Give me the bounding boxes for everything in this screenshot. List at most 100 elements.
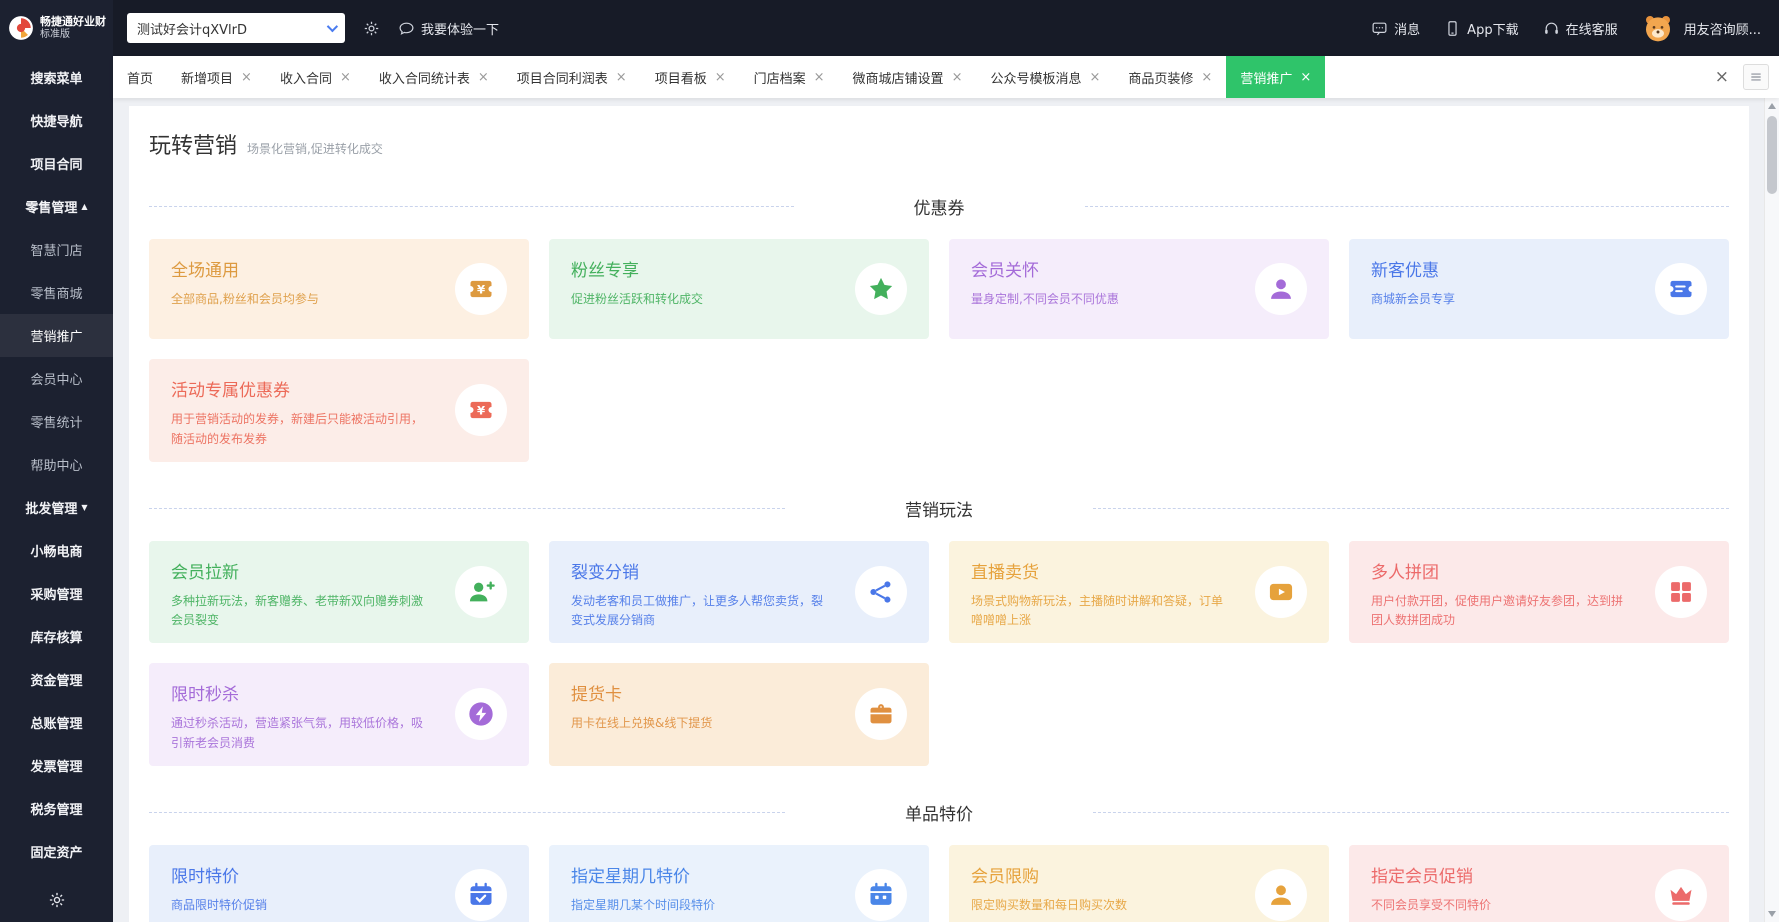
app-root: 畅捷通好业财 标准版 搜索菜单 快捷导航 项目合同 零售管理 ▲ 智慧门店 零售商城 营销推广…: [0, 0, 1779, 922]
card-会员拉新[interactable]: 会员拉新 多种拉新玩法，新客赠券、老带新双向赠券刺激会员裂变: [149, 540, 529, 644]
sidebar-item-批发管理[interactable]: 批发管理 ▼: [0, 486, 113, 529]
card-提货卡[interactable]: 提货卡 用卡在线上兑换&线下提货: [549, 663, 929, 766]
scroll-up-arrow-icon[interactable]: [1768, 103, 1776, 109]
tab-close-icon[interactable]: ×: [715, 70, 726, 85]
sidebar-item-总账管理[interactable]: 总账管理: [0, 701, 113, 744]
sidebar-item-营销推广[interactable]: 营销推广: [0, 314, 113, 357]
account-select[interactable]: 测试好会计qXVlrD: [127, 13, 345, 43]
tab-close-icon[interactable]: ×: [814, 70, 825, 85]
avatar[interactable]: [1642, 12, 1674, 44]
tab-label: 收入合同统计表: [378, 71, 470, 87]
sidebar-item-搜索菜单[interactable]: 搜索菜单: [0, 56, 113, 99]
card-description: 限定购买数量和每日购买次数: [971, 897, 1128, 912]
vertical-scrollbar[interactable]: [1764, 98, 1779, 922]
tab-公众号模板消息[interactable]: 公众号模板消息 ×: [976, 56, 1114, 98]
online-service-label: 在线客服: [1565, 22, 1618, 38]
tab-label: 公众号模板消息: [990, 71, 1082, 87]
card-限时特价[interactable]: 限时特价 商品限时特价促销: [149, 844, 529, 922]
topbar-right: 消息 App下载 在线客服 用友咨询顾...: [1371, 12, 1761, 44]
card-会员限购[interactable]: 会员限购 限定购买数量和每日购买次数: [949, 844, 1329, 922]
sidebar-item-税务管理[interactable]: 税务管理: [0, 787, 113, 830]
card-新客优惠[interactable]: 新客优惠 商城新会员专享: [1349, 239, 1729, 339]
settings-gear-icon[interactable]: [48, 891, 66, 913]
main-column: 测试好会计qXVlrD 我要体验一下 消息 App下载 在线客服 用友咨询顾..…: [113, 0, 1779, 922]
chevron-down-icon: [326, 20, 339, 33]
card-裂变分销[interactable]: 裂变分销 发动老客和员工做推广，让更多人帮您卖货，裂变式发展分销商: [549, 540, 929, 644]
close-all-tabs-button[interactable]: ×: [1711, 67, 1733, 87]
sidebar-item-项目合同[interactable]: 项目合同: [0, 142, 113, 185]
sidebar-item-智慧门店[interactable]: 智慧门店: [0, 228, 113, 271]
tab-close-icon[interactable]: ×: [1201, 70, 1212, 85]
calendar-check-icon: [455, 868, 507, 921]
card-title: 指定星期几特价: [571, 866, 690, 887]
headset-icon: [1543, 20, 1560, 37]
tickets-icon: [1655, 263, 1707, 315]
sidebar: 畅捷通好业财 标准版 搜索菜单 快捷导航 项目合同 零售管理 ▲ 智慧门店 零售商城 营销推广…: [0, 0, 113, 922]
sidebar-item-固定资产[interactable]: 固定资产: [0, 830, 113, 873]
tab-新增项目[interactable]: 新增项目 ×: [167, 56, 266, 98]
experience-button[interactable]: 我要体验一下: [398, 19, 499, 38]
consultant-label[interactable]: 用友咨询顾...: [1684, 19, 1761, 38]
tab-close-icon[interactable]: ×: [1300, 70, 1311, 85]
section-title: 优惠券: [913, 199, 965, 219]
card-直播卖货[interactable]: 直播卖货 场景式购物新玩法，主播随时讲解和答疑，订单噌噌噌上涨: [949, 540, 1329, 644]
card-description: 用于营销活动的发券，新建后只能被活动引用，随活动的发布发券: [171, 412, 424, 446]
card-活动专属优惠券[interactable]: 活动专属优惠券 用于营销活动的发券，新建后只能被活动引用，随活动的发布发券 ¥: [149, 359, 529, 462]
card-会员关怀[interactable]: 会员关怀 量身定制,不同会员不同优惠: [949, 239, 1329, 339]
dashed-divider: [149, 811, 785, 813]
sidebar-item-零售商城[interactable]: 零售商城: [0, 271, 113, 314]
tab-项目合同利润表[interactable]: 项目合同利润表 ×: [503, 56, 641, 98]
scroll-down-arrow-icon[interactable]: [1768, 911, 1776, 917]
tab-门店档案[interactable]: 门店档案 ×: [740, 56, 839, 98]
tab-list-button[interactable]: [1743, 64, 1769, 90]
card-限时秒杀[interactable]: 限时秒杀 通过秒杀活动，营造紧张气氛，用较低价格，吸引新老会员消费: [149, 663, 529, 766]
card-全场通用[interactable]: 全场通用 全部商品,粉丝和会员均参与 ¥: [149, 239, 529, 339]
marketing-panel: 玩转营销 场景化营销,促进转化成交 优惠券全场通用 全部商品,粉丝和会员均参与 ¥ 粉…: [129, 106, 1749, 922]
tab-label: 商品页装修: [1128, 71, 1194, 87]
sidebar-nav: 搜索菜单 快捷导航 项目合同 零售管理 ▲ 智慧门店 零售商城 营销推广 会员中心 零售统计 帮助中…: [0, 56, 113, 882]
tab-首页[interactable]: 首页: [113, 56, 167, 98]
dashed-divider: [149, 507, 785, 509]
tab-收入合同[interactable]: 收入合同 ×: [266, 56, 365, 98]
sidebar-item-帮助中心[interactable]: 帮助中心: [0, 443, 113, 486]
card-指定会员促销[interactable]: 指定会员促销 不同会员享受不同特价: [1349, 844, 1729, 922]
tab-close-icon[interactable]: ×: [952, 70, 963, 85]
tab-close-icon[interactable]: ×: [340, 70, 351, 85]
tab-close-icon[interactable]: ×: [241, 70, 252, 85]
tab-label: 首页: [127, 71, 154, 87]
coupon-icon: ¥: [455, 384, 507, 437]
sidebar-item-库存核算[interactable]: 库存核算: [0, 615, 113, 658]
card-多人拼团[interactable]: 多人拼团 用户付款开团，促使用户邀请好友参团，达到拼团人数拼团成功: [1349, 540, 1729, 644]
tab-close-icon[interactable]: ×: [1089, 70, 1100, 85]
card-指定星期几特价[interactable]: 指定星期几特价 指定星期几某个时间段特价: [549, 844, 929, 922]
card-grid: 全场通用 全部商品,粉丝和会员均参与 ¥ 粉丝专享 促进粉丝活跃和转化成交 会员关怀 量身定…: [149, 239, 1729, 462]
page-subtitle: 场景化营销,促进转化成交: [247, 142, 383, 156]
tab-收入合同统计表[interactable]: 收入合同统计表 ×: [365, 56, 503, 98]
sidebar-item-快捷导航[interactable]: 快捷导航: [0, 99, 113, 142]
sidebar-item-小畅电商[interactable]: 小畅电商: [0, 529, 113, 572]
gear-icon[interactable]: [363, 20, 380, 37]
sidebar-item-零售统计[interactable]: 零售统计: [0, 400, 113, 443]
messages-button[interactable]: 消息: [1371, 19, 1420, 38]
online-service-button[interactable]: 在线客服: [1543, 19, 1618, 38]
scrollbar-thumb[interactable]: [1767, 116, 1777, 194]
tab-商品页装修[interactable]: 商品页装修 ×: [1114, 56, 1226, 98]
page-title: 玩转营销: [149, 134, 238, 159]
flash-icon: [455, 688, 507, 741]
user-icon: [1255, 868, 1307, 921]
tab-微商城店铺设置[interactable]: 微商城店铺设置 ×: [839, 56, 977, 98]
sidebar-item-采购管理[interactable]: 采购管理: [0, 572, 113, 615]
sidebar-item-发票管理[interactable]: 发票管理: [0, 744, 113, 787]
tab-close-icon[interactable]: ×: [478, 70, 489, 85]
tab-项目看板[interactable]: 项目看板 ×: [641, 56, 740, 98]
sidebar-item-资金管理[interactable]: 资金管理: [0, 658, 113, 701]
card-粉丝专享[interactable]: 粉丝专享 促进粉丝活跃和转化成交: [549, 239, 929, 339]
calendar-icon: [855, 868, 907, 921]
section-header: 营销玩法: [149, 496, 1729, 521]
app-download-button[interactable]: App下载: [1444, 19, 1519, 38]
sidebar-footer: [0, 882, 113, 922]
tab-营销推广[interactable]: 营销推广 ×: [1226, 56, 1326, 98]
sidebar-item-会员中心[interactable]: 会员中心: [0, 357, 113, 400]
sidebar-item-零售管理[interactable]: 零售管理 ▲: [0, 185, 113, 228]
tab-close-icon[interactable]: ×: [616, 70, 627, 85]
